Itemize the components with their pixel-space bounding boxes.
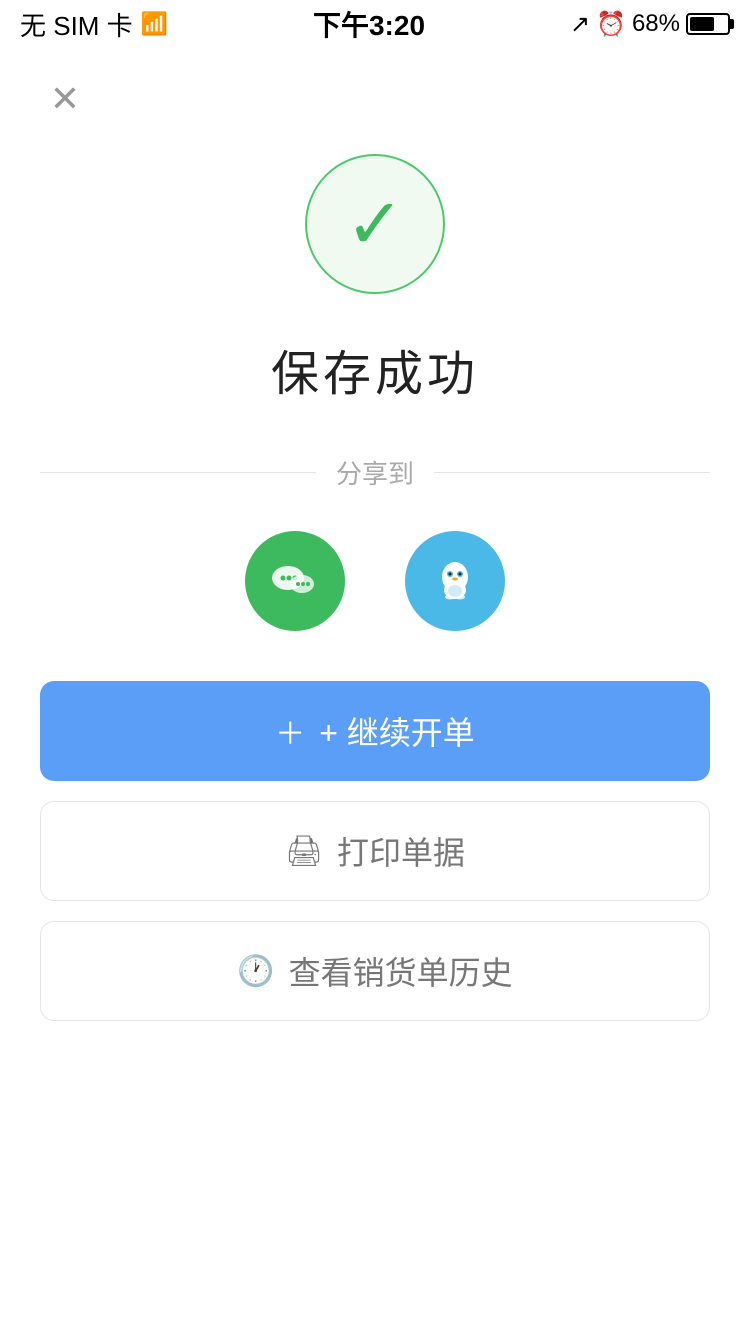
continue-button[interactable]: ＋ + 继续开单	[40, 681, 710, 781]
battery-icon	[686, 13, 730, 35]
close-icon: ✕	[50, 81, 80, 117]
status-time: 下午3:20	[313, 4, 425, 44]
actions: ＋ + 继续开单 🖨 打印单据 🕐 查看销货单历史	[40, 681, 710, 1021]
checkmark-icon: ✓	[346, 189, 405, 259]
clock-icon: 🕐	[237, 954, 274, 989]
status-right: ↗ ⏰ 68%	[570, 10, 730, 39]
no-sim-label: 无 SIM 卡	[20, 6, 133, 43]
page-content: ✕ ✓ 保存成功 分享到	[0, 44, 750, 1061]
share-divider: 分享到	[40, 454, 710, 491]
history-button[interactable]: 🕐 查看销货单历史	[40, 921, 710, 1021]
share-section: 分享到	[40, 454, 710, 631]
printer-icon: 🖨	[285, 834, 323, 869]
location-icon: ↗	[570, 10, 590, 39]
history-label: 查看销货单历史	[289, 948, 513, 994]
success-circle: ✓	[305, 154, 445, 294]
battery-label: 68%	[632, 10, 680, 38]
print-label: 打印单据	[337, 828, 465, 874]
status-bar: 无 SIM 卡 📶 下午3:20 ↗ ⏰ 68%	[0, 0, 750, 44]
success-title: 保存成功	[271, 334, 479, 404]
qq-share-button[interactable]	[405, 531, 505, 631]
wechat-icon	[266, 552, 324, 610]
wechat-share-button[interactable]	[245, 531, 345, 631]
wifi-icon: 📶	[141, 11, 168, 37]
success-section: ✓ 保存成功	[40, 154, 710, 404]
status-left: 无 SIM 卡 📶	[20, 6, 168, 43]
print-button[interactable]: 🖨 打印单据	[40, 801, 710, 901]
share-label: 分享到	[316, 454, 434, 491]
qq-icon	[428, 554, 482, 608]
continue-label: + 继续开单	[319, 708, 475, 754]
close-button[interactable]: ✕	[40, 74, 90, 124]
plus-icon: ＋	[275, 709, 305, 753]
share-icons	[40, 531, 710, 631]
alarm-icon: ⏰	[596, 10, 626, 39]
